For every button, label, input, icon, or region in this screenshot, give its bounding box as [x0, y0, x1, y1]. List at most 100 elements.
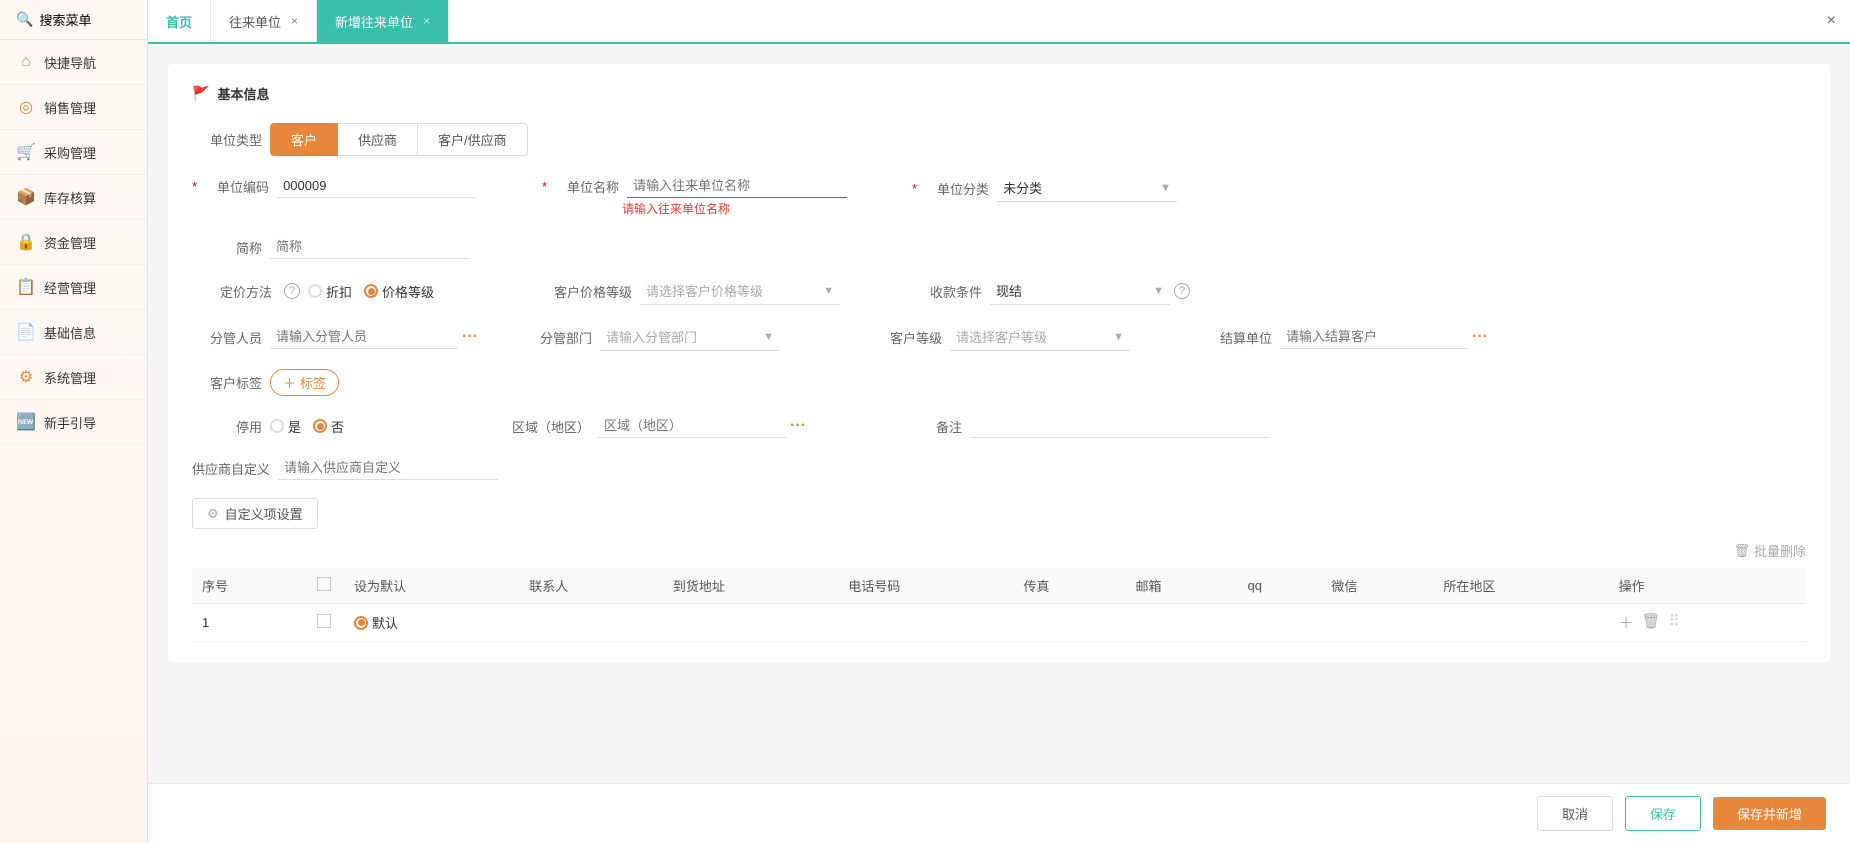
chevron-down-icon: ▼	[1113, 331, 1124, 343]
row-fax	[1013, 604, 1125, 642]
sidebar-item-label: 采购管理	[44, 143, 96, 162]
unit-name-input[interactable]	[627, 174, 847, 198]
sidebar-item-label: 库存核算	[44, 188, 96, 207]
region-field: 区域（地区） ···	[512, 414, 852, 438]
settlement-field: 结算单位 ···	[1202, 325, 1502, 349]
type-btn-customer[interactable]: 客户	[270, 123, 338, 156]
col-fax: 传真	[1013, 568, 1125, 604]
unit-code-input[interactable]	[277, 174, 477, 198]
pricing-radio-group: 折扣 价格等级	[308, 282, 434, 301]
tab-partners-close[interactable]: ×	[291, 14, 298, 28]
supplier-custom-input[interactable]	[278, 456, 498, 480]
sidebar-item-purchase[interactable]: 🛒 采购管理	[0, 130, 147, 175]
short-name-label: 简称	[192, 238, 262, 257]
tab-bar-close-btn[interactable]: ×	[1813, 0, 1850, 42]
basic-info-card: 🚩 基本信息 单位类型 客户 供应商 客户/供应商 * 单位编码	[168, 64, 1830, 662]
remark-label: 备注	[892, 417, 962, 436]
customer-price-field: 客户价格等级 请选择客户价格等级 ▼	[542, 277, 882, 305]
tag-row: 客户标签 ＋ 标签	[192, 369, 1806, 396]
settlement-input[interactable]	[1280, 325, 1468, 349]
unit-category-value: 未分类	[1003, 178, 1042, 197]
dept-select[interactable]: 请输入分管部门 ▼	[600, 323, 780, 351]
sidebar-item-operation[interactable]: 📋 经营管理	[0, 265, 147, 310]
unit-category-field: * 单位分类 未分类 ▼	[912, 174, 1212, 202]
required-star: *	[192, 179, 197, 194]
col-phone: 电话号码	[838, 568, 1013, 604]
remark-input[interactable]	[970, 414, 1270, 438]
col-checkbox-all[interactable]	[304, 568, 344, 604]
save-button[interactable]: 保存	[1625, 796, 1701, 831]
disabled-field: 停用 是 否	[192, 417, 472, 436]
section-flag-icon: 🚩	[192, 85, 209, 102]
type-btn-supplier[interactable]: 供应商	[338, 123, 418, 156]
radio-dot-default	[358, 619, 365, 626]
manager-dots-btn[interactable]: ···	[462, 328, 478, 346]
unit-category-select[interactable]: 未分类 ▼	[997, 174, 1177, 202]
inventory-icon: 📦	[16, 187, 36, 207]
customer-level-placeholder: 请选择客户等级	[956, 327, 1047, 346]
supplier-custom-row: 供应商自定义	[192, 456, 1806, 480]
tab-home[interactable]: 首页	[148, 0, 211, 42]
delete-row-icon[interactable]: 🗑	[1642, 612, 1661, 633]
customer-price-select[interactable]: 请选择客户价格等级 ▼	[640, 277, 840, 305]
save-new-button[interactable]: 保存并新增	[1713, 797, 1826, 830]
row-checkbox-cell	[304, 604, 344, 642]
sidebar-item-system[interactable]: ⚙ 系统管理	[0, 355, 147, 400]
region-input[interactable]	[598, 414, 786, 438]
contact-table: 序号 设为默认 联系人 到货地址 电话号码 传真 邮箱 qq 微信 所在地区 操…	[192, 568, 1806, 642]
sidebar-item-label: 新手引导	[44, 413, 96, 432]
sidebar-item-label: 系统管理	[44, 368, 96, 387]
unit-code-label: 单位编码	[199, 177, 269, 196]
sidebar-search[interactable]: 🔍 搜索菜单	[0, 0, 147, 40]
row-qq	[1237, 604, 1321, 642]
disabled-label: 停用	[192, 417, 262, 436]
pricing-radio-level[interactable]: 价格等级	[364, 282, 434, 301]
manager-input[interactable]	[270, 325, 458, 349]
type-btn-both[interactable]: 客户/供应商	[418, 123, 528, 156]
sidebar-item-inventory[interactable]: 📦 库存核算	[0, 175, 147, 220]
customer-level-select[interactable]: 请选择客户等级 ▼	[950, 323, 1130, 351]
sidebar-item-label: 快捷导航	[44, 53, 96, 72]
payment-terms-select[interactable]: 现结 ▼	[990, 277, 1170, 305]
sidebar-item-sales[interactable]: ◎ 销售管理	[0, 85, 147, 130]
dept-label: 分管部门	[522, 328, 592, 347]
settlement-dots-btn[interactable]: ···	[1472, 328, 1488, 346]
required-star-name: *	[542, 179, 547, 194]
operation-icon: 📋	[16, 277, 36, 297]
batch-delete-btn[interactable]: 🗑 批量删除	[1733, 541, 1806, 560]
sidebar-search-label: 搜索菜单	[39, 10, 91, 29]
pricing-help-icon[interactable]: ?	[284, 283, 300, 299]
checkbox-all[interactable]	[317, 577, 331, 591]
sidebar-item-guide[interactable]: 🆕 新手引导	[0, 400, 147, 445]
sidebar-item-label: 基础信息	[44, 323, 96, 342]
region-label: 区域（地区）	[512, 417, 590, 436]
radio-circle-level	[364, 284, 378, 298]
add-row-icon[interactable]: ＋	[1619, 612, 1634, 633]
chevron-down-icon: ▼	[823, 285, 834, 297]
pricing-radio-discount[interactable]: 折扣	[308, 282, 352, 301]
sidebar-item-basic[interactable]: 📄 基础信息	[0, 310, 147, 355]
default-radio[interactable]: 默认	[354, 613, 509, 632]
unit-name-field: * 单位名称 请输入往来单位名称	[542, 174, 882, 217]
payment-help-icon[interactable]: ?	[1174, 283, 1190, 299]
tab-new-partner[interactable]: 新增往来单位 ×	[317, 0, 449, 42]
short-name-input[interactable]	[270, 235, 470, 259]
tab-partners[interactable]: 往来单位 ×	[211, 0, 317, 42]
add-tag-btn[interactable]: ＋ 标签	[270, 369, 339, 396]
row-checkbox[interactable]	[317, 614, 331, 628]
radio-circle-no	[313, 419, 327, 433]
region-dots-btn[interactable]: ···	[790, 417, 806, 435]
required-star-cat: *	[912, 181, 917, 196]
radio-label-no: 否	[331, 417, 344, 436]
sidebar-item-quick-nav[interactable]: ⌂ 快捷导航	[0, 40, 147, 85]
sidebar-item-finance[interactable]: 🔒 资金管理	[0, 220, 147, 265]
guide-icon: 🆕	[16, 412, 36, 432]
cancel-button[interactable]: 取消	[1537, 796, 1613, 831]
payment-terms-label: 收款条件	[912, 282, 982, 301]
custom-settings-btn[interactable]: ⚙ 自定义项设置	[192, 498, 318, 529]
main-area: 首页 往来单位 × 新增往来单位 × × 🚩 基本信息 单位类型 客户	[148, 0, 1850, 843]
disabled-radio-no[interactable]: 否	[313, 417, 344, 436]
contact-table-section: 🗑 批量删除 序号 设为默认 联系人 到货地址 电话号码 传真	[192, 541, 1806, 642]
disabled-radio-yes[interactable]: 是	[270, 417, 301, 436]
tab-new-partner-close[interactable]: ×	[423, 14, 430, 28]
